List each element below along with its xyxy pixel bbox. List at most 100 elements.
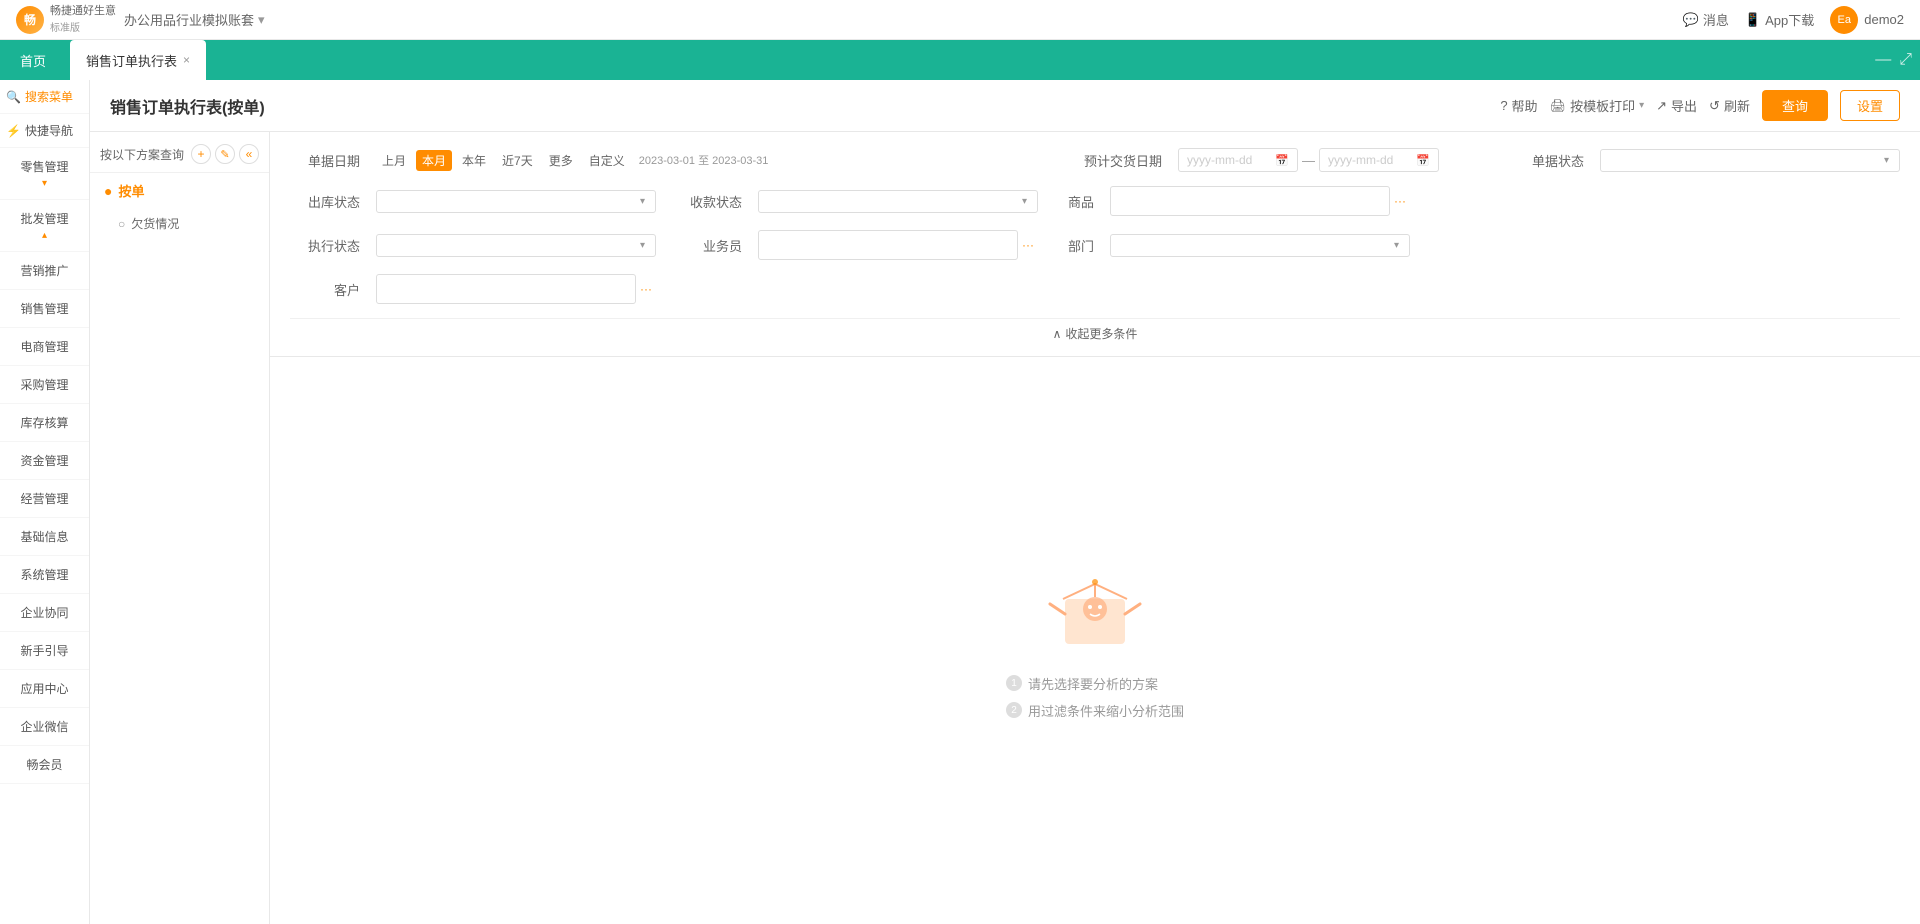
payment-chevron-icon: ▾ — [1022, 196, 1027, 207]
sidebar-item-marketing[interactable]: 营销推广 — [0, 252, 89, 290]
search-icon: 🔍 — [6, 90, 21, 104]
sub-content: 按以下方案查询 + ✎ « ● 按单 — [90, 132, 1920, 924]
empty-illustration — [1045, 554, 1145, 654]
date-controls: 上月 本月 本年 近7天 更多 自定义 2023-03-01 至 2023-03… — [376, 150, 1056, 171]
status-label: 单据状态 — [1514, 151, 1584, 170]
export-btn[interactable]: ↗ 导出 — [1656, 96, 1697, 115]
sidebar-item-collab[interactable]: 企业协同 — [0, 594, 89, 632]
execution-select[interactable]: ▾ — [376, 234, 656, 257]
app-dropdown-icon[interactable]: ▾ — [258, 12, 265, 28]
print-btn[interactable]: 🖨 按模板打印 ▾ — [1550, 96, 1645, 115]
goods-input[interactable] — [1110, 186, 1390, 216]
sidebar-item-sales[interactable]: 销售管理 — [0, 290, 89, 328]
topbar: 畅 畅捷通好生意 标准版 办公用品行业模拟账套 ▾ 💬 消息 📱 App下载 E… — [0, 0, 1920, 40]
page-title: 销售订单执行表(按单) — [110, 94, 265, 118]
date-tab-more[interactable]: 更多 — [543, 150, 579, 171]
salesman-input[interactable] — [758, 230, 1018, 260]
scheme-item-by-order[interactable]: ● 按单 — [90, 173, 269, 208]
salesman-more-btn[interactable]: ··· — [1018, 238, 1038, 252]
customer-input[interactable] — [376, 274, 636, 304]
sidebar-item-wholesale[interactable]: 批发管理 ▴ — [0, 200, 89, 252]
calendar-end-icon: 📅 — [1416, 154, 1430, 167]
page-actions: ? 帮助 🖨 按模板打印 ▾ ↗ 导出 ↺ 刷新 查询 设置 — [1500, 90, 1900, 121]
wholesale-arrow-icon: ▴ — [42, 230, 47, 241]
dept-select[interactable]: ▾ — [1110, 234, 1410, 257]
filter-row-3: 执行状态 ▾ 业务员 ··· 部门 — [290, 230, 1900, 260]
help-btn[interactable]: ? 帮助 — [1500, 96, 1537, 115]
delivery-select[interactable]: ▾ — [376, 190, 656, 213]
app-download-btn[interactable]: 📱 App下载 — [1745, 10, 1814, 29]
tab-home[interactable]: 首页 — [0, 40, 66, 80]
empty-steps-list: 1 请先选择要分析的方案 2 用过滤条件来缩小分析范围 — [1006, 674, 1184, 728]
refresh-icon: ↺ — [1709, 98, 1720, 114]
dept-control-wrap: ▾ — [1110, 234, 1410, 257]
avatar: Ea — [1830, 6, 1858, 34]
delivery-label: 出库状态 — [290, 192, 360, 211]
date-tab-this-year[interactable]: 本年 — [456, 150, 492, 171]
date-tab-this-month[interactable]: 本月 — [416, 150, 452, 171]
sidebar-item-basic-info[interactable]: 基础信息 — [0, 518, 89, 556]
user-area[interactable]: Ea demo2 — [1830, 6, 1904, 34]
minimize-icon[interactable]: — — [1875, 51, 1891, 69]
message-icon: 💬 — [1683, 12, 1699, 28]
sidebar-item-inventory[interactable]: 库存核算 — [0, 404, 89, 442]
sidebar-item-guide[interactable]: 新手引导 — [0, 632, 89, 670]
date-tab-custom[interactable]: 自定义 — [583, 150, 631, 171]
expected-date-end[interactable]: yyyy-mm-dd 📅 — [1319, 148, 1439, 172]
payment-select[interactable]: ▾ — [758, 190, 1038, 213]
date-separator: — — [1302, 153, 1315, 168]
payment-control-wrap: ▾ — [758, 190, 1038, 213]
query-button[interactable]: 查询 — [1762, 90, 1828, 121]
date-tab-last-month[interactable]: 上月 — [376, 150, 412, 171]
collapse-panel-btn[interactable]: « — [239, 144, 259, 164]
maximize-icon[interactable]: ⤢ — [1899, 51, 1912, 69]
sidebar-item-retail[interactable]: 零售管理 ▾ — [0, 148, 89, 200]
customer-more-btn[interactable]: ··· — [636, 282, 656, 296]
delivery-chevron-icon: ▾ — [640, 196, 645, 207]
expected-date-start[interactable]: yyyy-mm-dd 📅 — [1178, 148, 1298, 172]
collapse-more-btn[interactable]: ∧ 收起更多条件 — [290, 318, 1900, 348]
sidebar-item-system[interactable]: 系统管理 — [0, 556, 89, 594]
add-scheme-btn[interactable]: + — [191, 144, 211, 164]
expected-date-controls: yyyy-mm-dd 📅 — yyyy-mm-dd 📅 — [1178, 148, 1498, 172]
sidebar-item-apps[interactable]: 应用中心 — [0, 670, 89, 708]
tabbar-actions: — ⤢ — [1875, 51, 1920, 69]
sidebar-item-search[interactable]: 🔍 搜索菜单 — [0, 80, 89, 114]
sidebar-item-weixin[interactable]: 企业微信 — [0, 708, 89, 746]
sidebar-item-quick-nav[interactable]: ⚡ 快捷导航 — [0, 114, 89, 148]
goods-more-btn[interactable]: ··· — [1390, 194, 1410, 208]
filter-row-4: 客户 ··· — [290, 274, 1900, 304]
status-select[interactable]: ▾ — [1600, 149, 1900, 172]
sidebar-item-member[interactable]: 畅会员 — [0, 746, 89, 784]
print-icon: 🖨 — [1550, 98, 1567, 114]
sidebar-item-management[interactable]: 经营管理 — [0, 480, 89, 518]
topbar-left: 畅 畅捷通好生意 标准版 办公用品行业模拟账套 ▾ — [16, 5, 265, 33]
edit-scheme-btn[interactable]: ✎ — [215, 144, 235, 164]
status-control-wrap: ▾ — [1600, 149, 1900, 172]
left-panel: 按以下方案查询 + ✎ « ● 按单 — [90, 132, 270, 924]
sidebar-item-ecommerce[interactable]: 电商管理 — [0, 328, 89, 366]
refresh-btn[interactable]: ↺ 刷新 — [1709, 96, 1750, 115]
date-tab-7days[interactable]: 近7天 — [496, 150, 539, 171]
execution-chevron-icon: ▾ — [640, 240, 645, 251]
sidebar-item-finance[interactable]: 资金管理 — [0, 442, 89, 480]
sidebar-item-purchase[interactable]: 采购管理 — [0, 366, 89, 404]
payment-label: 收款状态 — [672, 192, 742, 211]
dept-label: 部门 — [1054, 236, 1094, 255]
expected-date-label: 预计交货日期 — [1072, 151, 1162, 170]
scheme-sub-icon: ○ — [118, 217, 125, 231]
app-title: 办公用品行业模拟账套 ▾ — [124, 10, 265, 29]
retail-arrow-icon: ▾ — [42, 178, 47, 189]
logo-text-block: 畅捷通好生意 标准版 — [50, 5, 116, 33]
tabbar: 首页 销售订单执行表 × — ⤢ — [0, 40, 1920, 80]
left-panel-header: 按以下方案查询 + ✎ « — [90, 144, 269, 173]
tab-close-icon[interactable]: × — [183, 53, 190, 67]
scheme-item-shortage[interactable]: ○ 欠货情况 — [90, 208, 269, 239]
page-header: 销售订单执行表(按单) ? 帮助 🖨 按模板打印 ▾ ↗ 导出 ↺ 刷新 — [90, 80, 1920, 132]
empty-state: 1 请先选择要分析的方案 2 用过滤条件来缩小分析范围 — [270, 357, 1920, 924]
collapse-up-icon: ∧ — [1053, 327, 1062, 341]
tab-sales-order[interactable]: 销售订单执行表 × — [70, 40, 206, 80]
message-btn[interactable]: 💬 消息 — [1683, 10, 1729, 29]
left-panel-title: 按以下方案查询 — [100, 146, 184, 163]
settings-button[interactable]: 设置 — [1840, 90, 1900, 121]
